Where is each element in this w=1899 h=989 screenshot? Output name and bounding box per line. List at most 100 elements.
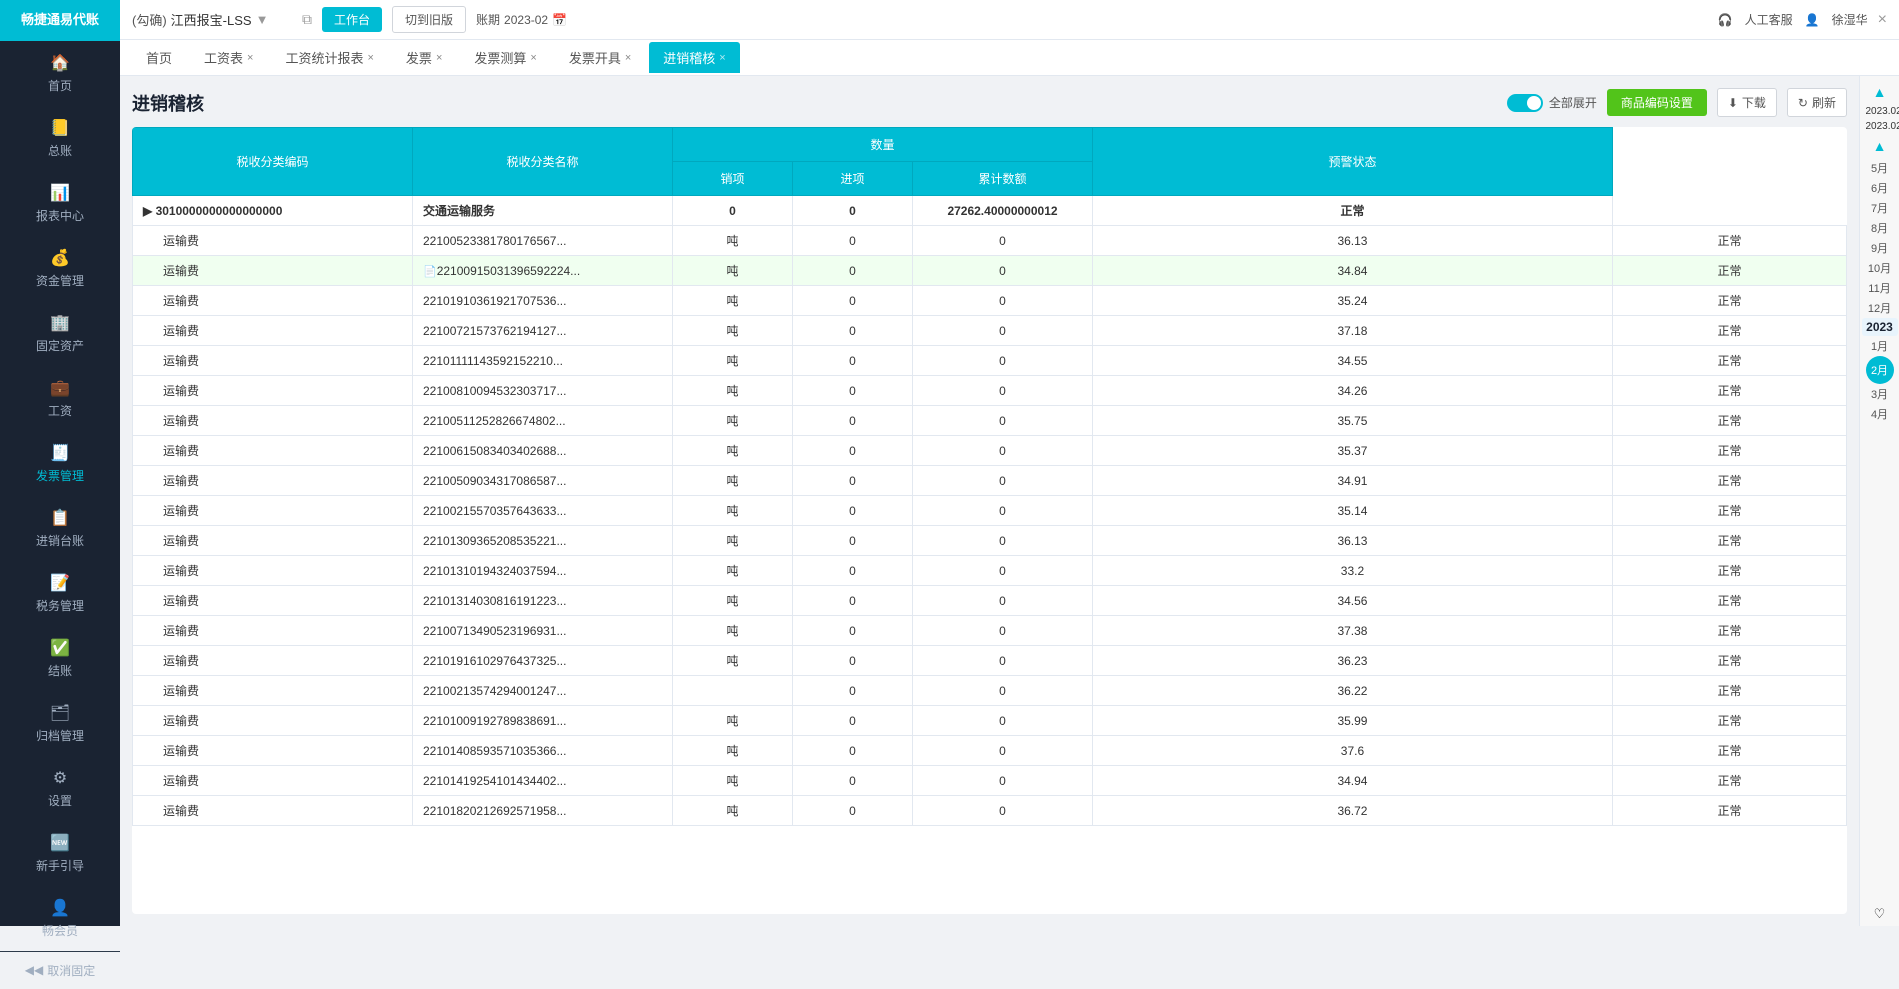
- company-dropdown-icon[interactable]: ▼: [256, 12, 269, 27]
- parent-tax-name: 交通运输服务: [413, 196, 673, 226]
- sidebar-item-invoice[interactable]: 🧾 发票管理: [0, 431, 120, 496]
- tab-invoice-calc[interactable]: 发票测算 ×: [460, 42, 550, 73]
- sidebar-item-settle[interactable]: ✅ 结账: [0, 626, 120, 691]
- scroll-up2-button[interactable]: ▲: [1869, 134, 1891, 158]
- archive-icon: 🗂: [50, 703, 70, 723]
- settings-icon: ⚙: [53, 768, 67, 788]
- customer-service-label[interactable]: 人工客服: [1745, 11, 1793, 28]
- refresh-button[interactable]: ↻ 刷新: [1787, 88, 1847, 117]
- tab-salary[interactable]: 工资表 ×: [190, 42, 267, 73]
- row-status: 正常: [1612, 496, 1846, 526]
- row-name: 运输费: [133, 586, 413, 616]
- month-7[interactable]: 7月: [1862, 198, 1898, 218]
- row-status: 正常: [1612, 376, 1846, 406]
- row-cumulative: 36.13: [1093, 526, 1613, 556]
- sidebar-item-member[interactable]: 👤 畅会员: [0, 886, 120, 951]
- row-purchase: 0: [913, 436, 1093, 466]
- row-cumulative: 34.26: [1093, 376, 1613, 406]
- unpin-button[interactable]: ◀◀ 取消固定: [0, 951, 120, 989]
- row-sales: 0: [793, 436, 913, 466]
- invoice-icon: 🧾: [50, 443, 70, 463]
- unpin-icon: ◀◀: [25, 963, 43, 977]
- month-5[interactable]: 5月: [1862, 158, 1898, 178]
- sidebar-item-tax[interactable]: 📝 税务管理: [0, 561, 120, 626]
- col-tax-code: 税收分类编码: [133, 128, 413, 196]
- tab-invoice-open[interactable]: 发票开具 ×: [555, 42, 645, 73]
- row-sales: 0: [793, 316, 913, 346]
- toggle-switch[interactable]: [1507, 94, 1543, 112]
- sidebar-item-guide[interactable]: 🆕 新手引导: [0, 821, 120, 886]
- month-6[interactable]: 6月: [1862, 178, 1898, 198]
- table-row: 运输费 22100810094532303717... 吨 0 0 34.26 …: [133, 376, 1847, 406]
- row-cumulative: 35.14: [1093, 496, 1613, 526]
- row-sales: 0: [793, 376, 913, 406]
- switch-version-button[interactable]: 切到旧版: [392, 6, 466, 33]
- sidebar-item-funds[interactable]: 💰 资金管理: [0, 236, 120, 301]
- row-purchase: 0: [913, 316, 1093, 346]
- sidebar-item-assets[interactable]: 🏢 固定资产: [0, 301, 120, 366]
- window-close-button[interactable]: ×: [1878, 11, 1887, 29]
- table-row: 运输费 22101314030816191223... 吨 0 0 34.56 …: [133, 586, 1847, 616]
- row-unit: 吨: [673, 646, 793, 676]
- row-status: 正常: [1612, 556, 1846, 586]
- sidebar-item-home[interactable]: 🏠 首页: [0, 41, 120, 106]
- table-row: 运输费 📄22100915031396592224... 吨 0 0 34.84…: [133, 256, 1847, 286]
- tab-salary-close[interactable]: ×: [247, 52, 253, 64]
- sidebar-item-salary[interactable]: 💼 工资: [0, 366, 120, 431]
- calendar-icon[interactable]: 📅: [552, 13, 567, 27]
- period-value: 2023-02: [504, 13, 548, 27]
- month-8[interactable]: 8月: [1862, 218, 1898, 238]
- row-unit: 吨: [673, 436, 793, 466]
- sidebar-item-report[interactable]: 📊 报表中心: [0, 171, 120, 236]
- tab-audit-close[interactable]: ×: [719, 52, 725, 64]
- download-button[interactable]: ⬇ 下载: [1717, 88, 1777, 117]
- tab-invoice-open-close[interactable]: ×: [625, 52, 631, 64]
- table-row: 运输费 22101408593571035366... 吨 0 0 37.6 正…: [133, 736, 1847, 766]
- row-unit: 吨: [673, 796, 793, 826]
- month-9[interactable]: 9月: [1862, 238, 1898, 258]
- table-row: 运输费 22101309365208535221... 吨 0 0 36.13 …: [133, 526, 1847, 556]
- sidebar-item-settings[interactable]: ⚙ 设置: [0, 756, 120, 821]
- company-selector[interactable]: (勾确) 江西报宝-LSS ▼: [132, 10, 292, 29]
- row-sales: 0: [793, 286, 913, 316]
- user-name[interactable]: 徐湿华: [1832, 11, 1868, 28]
- month-3[interactable]: 3月: [1862, 384, 1898, 404]
- row-status: 正常: [1612, 226, 1846, 256]
- row-name: 运输费: [133, 286, 413, 316]
- sidebar-item-ledger[interactable]: 📒 总账: [0, 106, 120, 171]
- row-code: 22101009192789838691...: [413, 706, 673, 736]
- tab-audit[interactable]: 进销稽核 ×: [649, 42, 739, 73]
- tab-invoice-calc-close[interactable]: ×: [530, 52, 536, 64]
- tab-audit-label: 进销稽核: [663, 48, 715, 67]
- sidebar-item-archive[interactable]: 🗂 归档管理: [0, 691, 120, 756]
- row-sales: 0: [793, 706, 913, 736]
- tax-icon: 📝: [50, 573, 70, 593]
- row-cumulative: 34.56: [1093, 586, 1613, 616]
- tab-salary-report-close[interactable]: ×: [367, 52, 373, 64]
- tab-salary-report[interactable]: 工资统计报表 ×: [271, 42, 387, 73]
- product-settings-button[interactable]: 商品编码设置: [1607, 89, 1707, 116]
- tab-invoice[interactable]: 发票 ×: [392, 42, 456, 73]
- month-12[interactable]: 12月: [1862, 298, 1898, 318]
- col-warning-status: 预警状态: [1093, 128, 1613, 196]
- month-2[interactable]: 2月: [1866, 356, 1894, 384]
- toggle-expand[interactable]: 全部展开: [1507, 94, 1597, 112]
- row-status: 正常: [1612, 286, 1846, 316]
- year-2023: 2023: [1862, 318, 1898, 336]
- month-1[interactable]: 1月: [1862, 336, 1898, 356]
- scroll-up-button[interactable]: ▲: [1869, 80, 1891, 104]
- tab-invoice-close[interactable]: ×: [436, 52, 442, 64]
- month-11[interactable]: 11月: [1862, 278, 1898, 298]
- copy-icon[interactable]: ⧉: [302, 11, 312, 28]
- row-unit: 吨: [673, 526, 793, 556]
- download-icon: ⬇: [1728, 96, 1738, 110]
- table-row: 运输费 22101009192789838691... 吨 0 0 35.99 …: [133, 706, 1847, 736]
- month-10[interactable]: 10月: [1862, 258, 1898, 278]
- row-cumulative: 35.75: [1093, 406, 1613, 436]
- tab-home[interactable]: 首页: [132, 42, 186, 73]
- sidebar-item-purchase[interactable]: 📋 进销台账: [0, 496, 120, 561]
- month-4[interactable]: 4月: [1862, 404, 1898, 424]
- tab-invoice-open-label: 发票开具: [569, 48, 621, 67]
- workspace-button[interactable]: 工作台: [322, 7, 382, 32]
- row-code: 22100810094532303717...: [413, 376, 673, 406]
